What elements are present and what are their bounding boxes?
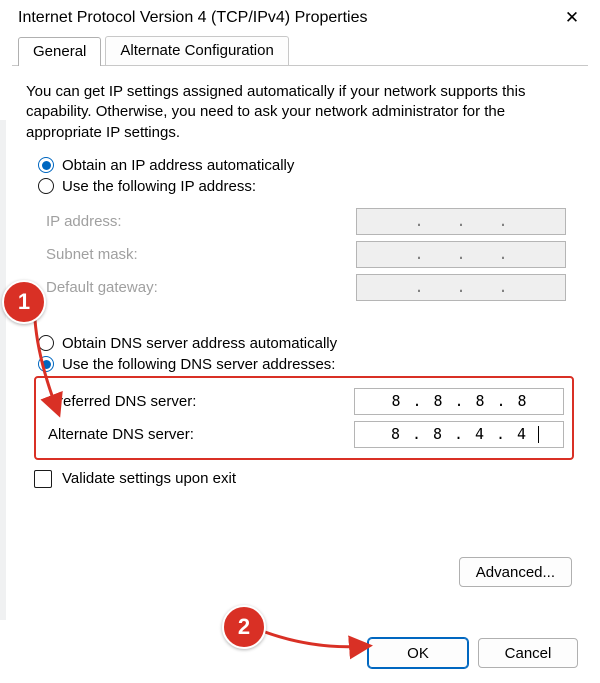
radio-dns-auto-row[interactable]: Obtain DNS server address automatically [38, 335, 574, 352]
tabs-row: General Alternate Configuration [12, 36, 588, 66]
annotation-badge-2: 2 [222, 605, 266, 649]
radio-dns-auto[interactable] [38, 335, 54, 351]
cancel-button[interactable]: Cancel [478, 638, 578, 668]
close-icon[interactable]: ✕ [558, 8, 586, 28]
tab-general[interactable]: General [18, 37, 101, 66]
radio-ip-auto-label: Obtain an IP address automatically [62, 157, 294, 174]
radio-ip-auto-row[interactable]: Obtain an IP address automatically [38, 157, 574, 174]
advanced-button[interactable]: Advanced... [459, 557, 572, 587]
tab-content: You can get IP settings assigned automat… [0, 66, 600, 488]
radio-dns-manual-row[interactable]: Use the following DNS server addresses: [38, 356, 574, 373]
titlebar: Internet Protocol Version 4 (TCP/IPv4) P… [0, 0, 600, 34]
alternate-dns-label: Alternate DNS server: [48, 426, 194, 443]
default-gateway-label: Default gateway: [46, 279, 158, 296]
radio-ip-manual[interactable] [38, 178, 54, 194]
dialog-button-bar: OK Cancel [0, 623, 600, 683]
validate-label: Validate settings upon exit [62, 470, 236, 487]
radio-dns-manual[interactable] [38, 356, 54, 372]
ip-address-label: IP address: [46, 213, 122, 230]
preferred-dns-label: Preferred DNS server: [48, 393, 196, 410]
advanced-button-row: Advanced... [459, 557, 572, 587]
dns-fields-group-highlighted: Preferred DNS server: 8. 8. 8. 8 Alterna… [34, 376, 574, 460]
window-title: Internet Protocol Version 4 (TCP/IPv4) P… [18, 9, 367, 27]
tab-alternate-config[interactable]: Alternate Configuration [105, 36, 288, 65]
ip-address-input: ... [356, 208, 566, 235]
radio-dns-auto-label: Obtain DNS server address automatically [62, 335, 337, 352]
radio-ip-manual-row[interactable]: Use the following IP address: [38, 178, 574, 195]
left-accent [0, 120, 6, 620]
validate-checkbox-row[interactable]: Validate settings upon exit [34, 470, 574, 488]
ip-fields-group: IP address: ... Subnet mask: ... Default… [34, 198, 574, 313]
radio-ip-auto[interactable] [38, 157, 54, 173]
subnet-mask-label: Subnet mask: [46, 246, 138, 263]
preferred-dns-input[interactable]: 8. 8. 8. 8 [354, 388, 564, 415]
tcpip-properties-window: Internet Protocol Version 4 (TCP/IPv4) P… [0, 0, 600, 683]
alternate-dns-input[interactable]: 8. 8. 4. 4 [354, 421, 564, 448]
subnet-mask-input: ... [356, 241, 566, 268]
validate-checkbox[interactable] [34, 470, 52, 488]
radio-dns-manual-label: Use the following DNS server addresses: [62, 356, 335, 373]
text-cursor [538, 426, 539, 443]
annotation-badge-1: 1 [2, 280, 46, 324]
description-text: You can get IP settings assigned automat… [26, 82, 574, 143]
radio-ip-manual-label: Use the following IP address: [62, 178, 256, 195]
ok-button[interactable]: OK [368, 638, 468, 668]
default-gateway-input: ... [356, 274, 566, 301]
